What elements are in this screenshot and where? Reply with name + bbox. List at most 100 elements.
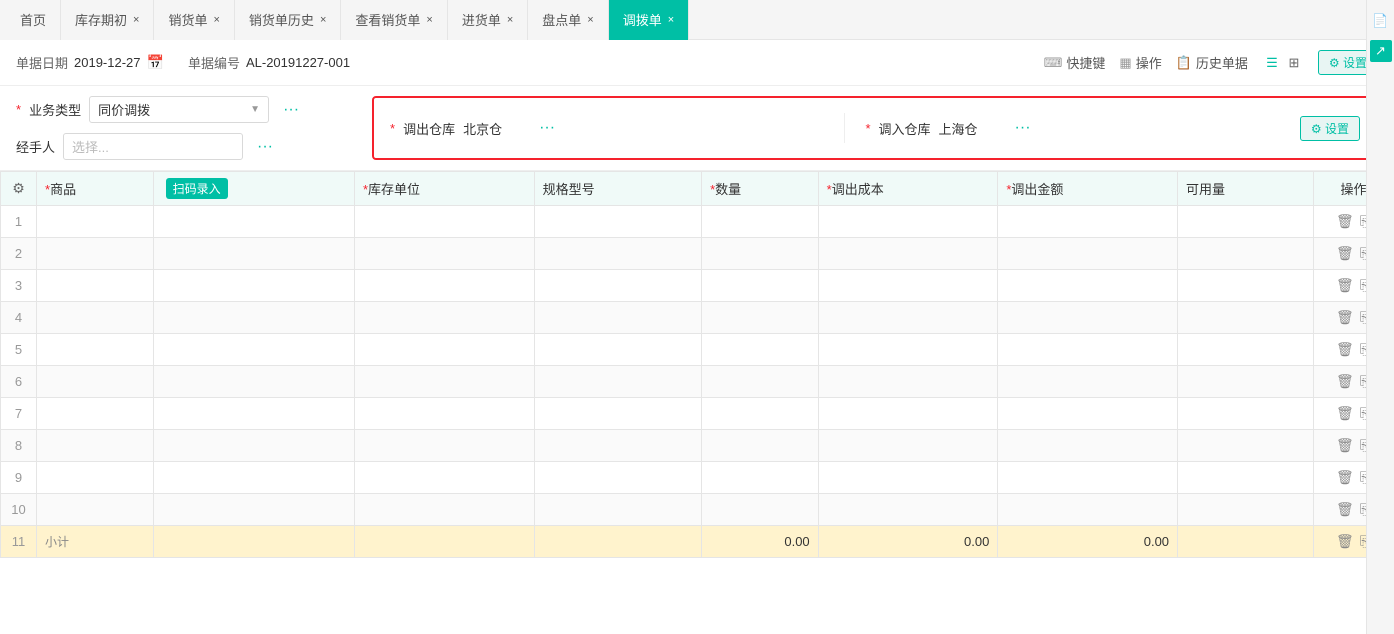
cell-goods[interactable]	[37, 206, 154, 238]
cell-unit[interactable]	[354, 334, 534, 366]
cell-spec[interactable]	[534, 206, 701, 238]
tab-sales-history[interactable]: 销货单历史 ×	[235, 0, 341, 40]
col-scan[interactable]: 扫码录入	[153, 172, 354, 206]
cell-amount[interactable]	[998, 206, 1178, 238]
cell-amount[interactable]	[998, 494, 1178, 526]
tab-sales-order[interactable]: 销货单 ×	[154, 0, 234, 40]
cell-unit[interactable]	[354, 494, 534, 526]
cell-cost[interactable]	[818, 270, 998, 302]
cell-qty[interactable]	[702, 494, 819, 526]
cell-unit[interactable]	[354, 462, 534, 494]
cell-amount[interactable]	[998, 238, 1178, 270]
cell-cost[interactable]	[818, 334, 998, 366]
cell-unit[interactable]	[354, 526, 534, 558]
handler-select[interactable]: 选择...	[63, 133, 243, 160]
cell-spec[interactable]	[534, 334, 701, 366]
cell-amount[interactable]	[998, 462, 1178, 494]
tab-stocktake[interactable]: 盘点单 ×	[528, 0, 608, 40]
cell-spec[interactable]	[534, 462, 701, 494]
cell-qty[interactable]	[702, 398, 819, 430]
cell-cost[interactable]	[818, 462, 998, 494]
cell-spec[interactable]	[534, 366, 701, 398]
cell-amount[interactable]	[998, 366, 1178, 398]
calendar-icon[interactable]: 📅	[147, 54, 164, 71]
cell-spec[interactable]	[534, 526, 701, 558]
history-action[interactable]: 📋 历史单据	[1176, 53, 1248, 72]
cell-cost[interactable]	[818, 494, 998, 526]
cell-qty[interactable]	[702, 270, 819, 302]
delete-icon[interactable]: 🗑	[1336, 309, 1354, 326]
cell-spec[interactable]	[534, 238, 701, 270]
warehouse-out-more-button[interactable]: ···	[539, 119, 555, 137]
operations-action[interactable]: ▦ 操作	[1119, 53, 1161, 72]
cell-goods[interactable]	[37, 302, 154, 334]
warehouse-in-more-button[interactable]: ···	[1015, 119, 1031, 137]
cell-unit[interactable]	[354, 270, 534, 302]
cell-amount[interactable]: 0.00	[998, 526, 1178, 558]
cell-qty[interactable]	[702, 334, 819, 366]
close-icon[interactable]: ×	[133, 14, 139, 26]
delete-icon[interactable]: 🗑	[1336, 469, 1354, 486]
cell-unit[interactable]	[354, 398, 534, 430]
cell-unit[interactable]	[354, 206, 534, 238]
scan-button[interactable]: 扫码录入	[166, 178, 228, 199]
cell-goods[interactable]: 小计	[37, 526, 154, 558]
cell-cost[interactable]	[818, 238, 998, 270]
tab-home[interactable]: 首页	[0, 0, 61, 40]
cell-goods[interactable]	[37, 494, 154, 526]
grid-view-icon[interactable]: ⊞	[1284, 53, 1304, 73]
cell-qty[interactable]	[702, 462, 819, 494]
delete-icon[interactable]: 🗑	[1336, 501, 1354, 518]
close-icon[interactable]: ×	[507, 14, 513, 26]
delete-icon[interactable]: 🗑	[1336, 373, 1354, 390]
business-type-select[interactable]: 同价调拨 ▼	[89, 96, 269, 123]
warehouse-settings-button[interactable]: ⚙ 设置	[1300, 116, 1360, 141]
cell-unit[interactable]	[354, 430, 534, 462]
cell-cost[interactable]	[818, 430, 998, 462]
business-type-more-button[interactable]: ···	[283, 101, 299, 119]
cell-amount[interactable]	[998, 302, 1178, 334]
cell-goods[interactable]	[37, 238, 154, 270]
close-icon[interactable]: ×	[668, 14, 674, 26]
cell-unit[interactable]	[354, 302, 534, 334]
cell-spec[interactable]	[534, 494, 701, 526]
cell-goods[interactable]	[37, 334, 154, 366]
cell-cost[interactable]	[818, 302, 998, 334]
cell-goods[interactable]	[37, 366, 154, 398]
cell-cost[interactable]: 0.00	[818, 526, 998, 558]
close-icon[interactable]: ×	[320, 14, 326, 26]
cell-spec[interactable]	[534, 270, 701, 302]
delete-icon[interactable]: 🗑	[1336, 341, 1354, 358]
cell-qty[interactable]: 0.00	[702, 526, 819, 558]
cell-qty[interactable]	[702, 430, 819, 462]
delete-icon[interactable]: 🗑	[1336, 405, 1354, 422]
delete-icon[interactable]: 🗑	[1336, 213, 1354, 230]
close-icon[interactable]: ×	[587, 14, 593, 26]
delete-icon[interactable]: 🗑	[1336, 533, 1354, 550]
cell-cost[interactable]	[818, 398, 998, 430]
tab-purchase[interactable]: 进货单 ×	[448, 0, 528, 40]
cell-cost[interactable]	[818, 206, 998, 238]
cell-qty[interactable]	[702, 206, 819, 238]
sidebar-doc-button[interactable]: 📄	[1370, 10, 1392, 32]
cell-goods[interactable]	[37, 430, 154, 462]
cell-unit[interactable]	[354, 238, 534, 270]
tab-inventory-init[interactable]: 库存期初 ×	[61, 0, 154, 40]
cell-qty[interactable]	[702, 238, 819, 270]
close-icon[interactable]: ×	[426, 14, 432, 26]
cell-amount[interactable]	[998, 270, 1178, 302]
cell-spec[interactable]	[534, 430, 701, 462]
cell-spec[interactable]	[534, 302, 701, 334]
cell-unit[interactable]	[354, 366, 534, 398]
cell-amount[interactable]	[998, 430, 1178, 462]
cell-qty[interactable]	[702, 302, 819, 334]
shortcuts-action[interactable]: ⌨ 快捷键	[1044, 53, 1106, 72]
cell-goods[interactable]	[37, 398, 154, 430]
cell-spec[interactable]	[534, 398, 701, 430]
cell-goods[interactable]	[37, 270, 154, 302]
delete-icon[interactable]: 🗑	[1336, 437, 1354, 454]
cell-cost[interactable]	[818, 366, 998, 398]
gear-icon[interactable]: ⚙	[12, 180, 25, 196]
delete-icon[interactable]: 🗑	[1336, 277, 1354, 294]
cell-amount[interactable]	[998, 334, 1178, 366]
